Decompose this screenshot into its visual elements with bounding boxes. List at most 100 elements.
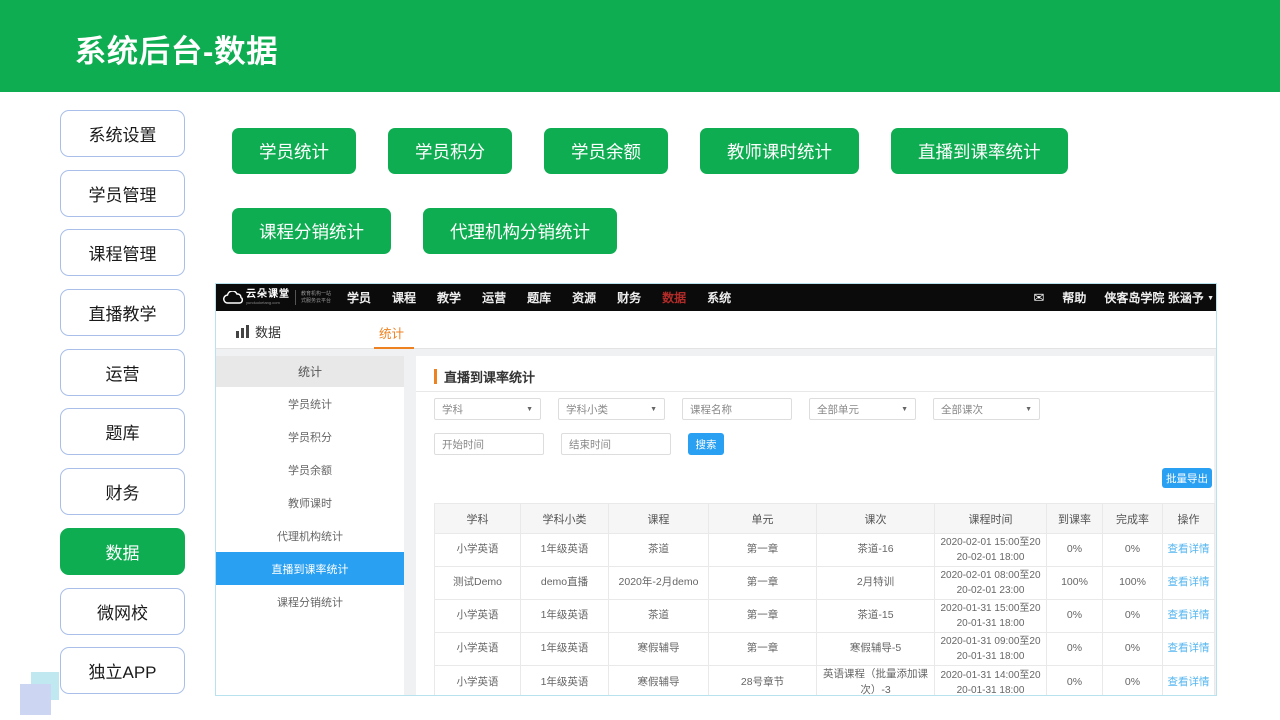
quick-link-button[interactable]: 课程分销统计 (232, 208, 391, 254)
table-row: 小学英语1年级英语茶道第一章茶道-152020-01-31 15:00至2020… (435, 600, 1215, 633)
stats-menu-item[interactable]: 教师课时 (216, 486, 404, 519)
sidebar-item[interactable]: 课程管理 (60, 229, 185, 276)
quick-link-button[interactable]: 代理机构分销统计 (423, 208, 617, 254)
end-time-input[interactable]: 结束时间 (561, 433, 671, 455)
stats-menu-header: 统计 (216, 356, 404, 387)
table-row: 小学英语1年级英语茶道第一章茶道-162020-02-01 15:00至2020… (435, 534, 1215, 567)
chevron-down-icon: ▼ (526, 406, 533, 413)
table-cell: 0% (1103, 633, 1163, 666)
table-cell: 第一章 (709, 600, 817, 633)
nav-item[interactable]: 教学 (437, 289, 461, 306)
quick-link-button[interactable]: 学员统计 (232, 128, 356, 174)
nav-item[interactable]: 运营 (482, 289, 506, 306)
message-icon[interactable]: ✉ (1033, 291, 1044, 304)
table-cell: 1年级英语 (521, 633, 609, 666)
nav-item[interactable]: 学员 (347, 289, 371, 306)
tab-statistics[interactable]: 统计 (379, 323, 404, 342)
table-header-cell: 完成率 (1103, 504, 1163, 534)
help-link[interactable]: 帮助 (1062, 289, 1086, 306)
view-details-link[interactable]: 查看详情 (1168, 576, 1210, 588)
account-menu[interactable]: 侠客岛学院 张涵予 ▼ (1104, 289, 1214, 306)
table-cell: 茶道-16 (817, 534, 935, 567)
quick-buttons-row-2: 课程分销统计代理机构分销统计 (232, 208, 617, 254)
table-cell: 0% (1047, 600, 1103, 633)
nav-item[interactable]: 题库 (527, 289, 551, 306)
quick-link-button[interactable]: 学员余额 (544, 128, 668, 174)
table-cell: 1年级英语 (521, 534, 609, 567)
table-cell: 小学英语 (435, 666, 521, 697)
nav-item[interactable]: 数据 (662, 289, 686, 306)
sidebar-item[interactable]: 系统设置 (60, 110, 185, 157)
table-cell: 0% (1047, 534, 1103, 567)
quick-link-button[interactable]: 教师课时统计 (700, 128, 859, 174)
table-header-cell: 到课率 (1047, 504, 1103, 534)
table-header-cell: 课次 (817, 504, 935, 534)
stats-menu-item[interactable]: 课程分销统计 (216, 585, 404, 618)
table-cell: 28号章节 (709, 666, 817, 697)
subject-select[interactable]: 学科▼ (434, 398, 541, 420)
nav-item[interactable]: 系统 (707, 289, 731, 306)
table-header-cell: 学科小类 (521, 504, 609, 534)
table-cell: 100% (1103, 567, 1163, 600)
table-cell: 小学英语 (435, 534, 521, 567)
nav-item[interactable]: 资源 (572, 289, 596, 306)
table-cell: 查看详情 (1163, 666, 1215, 697)
table-header-cell: 操作 (1163, 504, 1215, 534)
sidebar-item[interactable]: 学员管理 (60, 170, 185, 217)
batch-export-button[interactable]: 批量导出 (1162, 468, 1212, 488)
sidebar-item[interactable]: 独立APP (60, 647, 185, 694)
content-title: 直播到课率统计 (434, 367, 535, 386)
sidebar-item[interactable]: 财务 (60, 468, 185, 515)
view-details-link[interactable]: 查看详情 (1168, 609, 1210, 621)
stats-menu-item[interactable]: 学员积分 (216, 420, 404, 453)
view-details-link[interactable]: 查看详情 (1168, 642, 1210, 654)
table-row: 测试Demodemo直播2020年-2月demo第一章2月特训2020-02-0… (435, 567, 1215, 600)
chevron-down-icon: ▼ (650, 406, 657, 413)
sidebar-item[interactable]: 运营 (60, 349, 185, 396)
table-cell: 1年级英语 (521, 600, 609, 633)
table-header-cell: 课程时间 (935, 504, 1047, 534)
table-cell: 2020-02-01 08:00至2020-02-01 23:00 (935, 567, 1047, 600)
quick-link-button[interactable]: 学员积分 (388, 128, 512, 174)
table-cell: 0% (1103, 666, 1163, 697)
subject-subcategory-select[interactable]: 学科小类▼ (558, 398, 665, 420)
table-header-cell: 课程 (609, 504, 709, 534)
table-cell: 第一章 (709, 633, 817, 666)
stats-menu-item[interactable]: 代理机构统计 (216, 519, 404, 552)
course-name-input[interactable]: 课程名称 (682, 398, 792, 420)
nav-item[interactable]: 财务 (617, 289, 641, 306)
stats-menu-item[interactable]: 学员余额 (216, 453, 404, 486)
table-header-cell: 单元 (709, 504, 817, 534)
admin-navbar: 云朵课堂 yunduoketang.com 教育机构一站 式服务云平台 学员 课程… (216, 284, 1216, 311)
table-cell: 第一章 (709, 534, 817, 567)
stats-menu-item[interactable]: 直播到课率统计 (216, 552, 404, 585)
table-cell: 0% (1047, 633, 1103, 666)
chevron-down-icon: ▼ (1207, 295, 1214, 302)
admin-nav-right: ✉ 帮助 侠客岛学院 张涵予 ▼ (1033, 289, 1216, 306)
admin-body: 统计 学员统计学员积分学员余额教师课时代理机构统计直播到课率统计课程分销统计 直… (216, 349, 1216, 695)
view-details-link[interactable]: 查看详情 (1168, 676, 1210, 688)
table-cell: 查看详情 (1163, 534, 1215, 567)
search-button[interactable]: 搜索 (688, 433, 724, 455)
nav-item[interactable]: 课程 (392, 289, 416, 306)
table-cell: 0% (1047, 666, 1103, 697)
sidebar-item[interactable]: 数据 (60, 528, 185, 575)
start-time-input[interactable]: 开始时间 (434, 433, 544, 455)
sidebar-item[interactable]: 微网校 (60, 588, 185, 635)
quick-link-button[interactable]: 直播到课率统计 (891, 128, 1068, 174)
unit-select[interactable]: 全部单元▼ (809, 398, 916, 420)
stats-menu-item[interactable]: 学员统计 (216, 387, 404, 420)
table-row: 小学英语1年级英语寒假辅导第一章寒假辅导-52020-01-31 09:00至2… (435, 633, 1215, 666)
table-cell: 2020-01-31 15:00至2020-01-31 18:00 (935, 600, 1047, 633)
section-label: 数据 (236, 322, 281, 341)
admin-nav-menu: 学员 课程 教学 运营 题库 资源 财务 数据 系统 (347, 289, 731, 306)
table-cell: 第一章 (709, 567, 817, 600)
table-cell: 茶道 (609, 534, 709, 567)
table-cell: 2月特训 (817, 567, 935, 600)
session-select[interactable]: 全部课次▼ (933, 398, 1040, 420)
logo: 云朵课堂 yunduoketang.com 教育机构一站 式服务云平台 (223, 290, 331, 305)
admin-tabbar: 数据 统计 (216, 311, 1216, 349)
sidebar-item[interactable]: 直播教学 (60, 289, 185, 336)
sidebar-item[interactable]: 题库 (60, 408, 185, 455)
view-details-link[interactable]: 查看详情 (1168, 543, 1210, 555)
